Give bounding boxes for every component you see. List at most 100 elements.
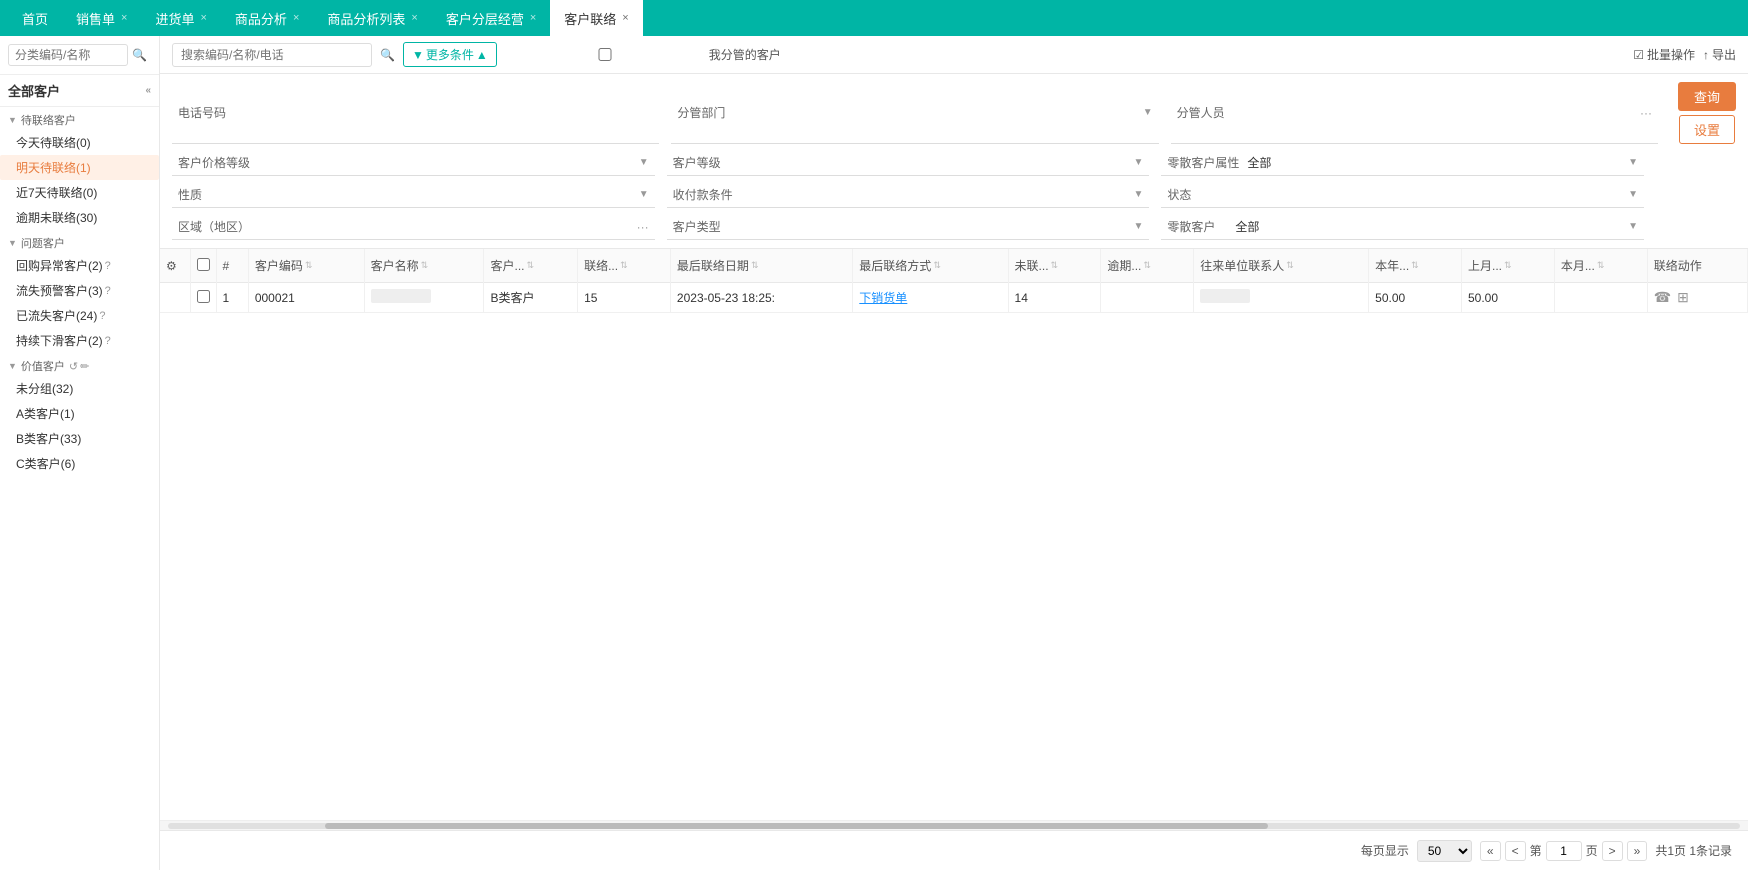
- more-filter-button[interactable]: ▼ 更多条件 ▲: [403, 42, 497, 67]
- nav-product-analysis-list[interactable]: 商品分析列表 ×: [313, 0, 431, 36]
- first-page-button[interactable]: «: [1480, 841, 1501, 861]
- sidebar-search-input[interactable]: [8, 44, 128, 66]
- row-action: ☎ ⊞: [1647, 283, 1747, 313]
- sort-nc-icon[interactable]: ⇅: [1051, 260, 1059, 271]
- sidebar-item-b-class[interactable]: B类客户(33): [0, 426, 159, 451]
- filter-retail-attr-arrow[interactable]: ▼: [1628, 157, 1638, 168]
- close-customer-contact-icon[interactable]: ×: [622, 12, 628, 24]
- help-icon-3[interactable]: ?: [105, 335, 111, 347]
- last-page-button[interactable]: »: [1627, 841, 1648, 861]
- col-gear: ⚙: [160, 249, 190, 283]
- action-grid-icon[interactable]: ⊞: [1677, 289, 1689, 306]
- filter-customer-level-arrow[interactable]: ▼: [1133, 157, 1143, 168]
- sort-overdue-icon[interactable]: ⇅: [1143, 260, 1151, 271]
- search-input[interactable]: [172, 43, 372, 67]
- my-customers-checkbox-label[interactable]: 我分管的客户: [505, 46, 781, 63]
- sort-lm-icon[interactable]: ⇅: [1504, 260, 1512, 271]
- gear-icon[interactable]: ⚙: [166, 259, 177, 273]
- filter-region-dots[interactable]: ···: [637, 220, 649, 234]
- filter-retail-customer-arrow[interactable]: ▼: [1628, 221, 1638, 232]
- sidebar-item-overdue-pending[interactable]: 逾期未联络(30): [0, 205, 159, 230]
- filter-nature-arrow[interactable]: ▼: [639, 189, 649, 200]
- row-checkbox-cell: [190, 283, 216, 313]
- filter-status-arrow[interactable]: ▼: [1628, 189, 1638, 200]
- sidebar-item-churned[interactable]: 已流失客户(24) ?: [0, 303, 159, 328]
- nav-sales-order[interactable]: 销售单 ×: [62, 0, 141, 36]
- filter-payment: 收付款条件 ▼: [667, 182, 1150, 208]
- col-code: 客户编码⇅: [248, 249, 364, 283]
- filter-customer-type-label: 客户类型: [673, 218, 733, 235]
- row-last-contact-date: 2023-05-23 18:25:: [670, 283, 852, 313]
- select-all-checkbox[interactable]: [197, 258, 210, 271]
- scrollbar-thumb[interactable]: [325, 823, 1268, 829]
- sort-contact-icon[interactable]: ⇅: [620, 260, 628, 271]
- sort-lcd-icon[interactable]: ⇅: [751, 260, 759, 271]
- sidebar-item-repurchase-anomaly[interactable]: 回购异常客户(2) ?: [0, 253, 159, 278]
- sidebar-item-tomorrow-pending[interactable]: 明天待联络(1): [0, 155, 159, 180]
- filter-price-level-arrow[interactable]: ▼: [639, 157, 649, 168]
- sort-type-icon[interactable]: ⇅: [527, 260, 535, 271]
- filter-nature: 性质 ▼: [172, 182, 655, 208]
- help-icon-1[interactable]: ?: [105, 285, 111, 297]
- filter-retail-attr-value[interactable]: 全部: [1247, 154, 1628, 171]
- filter-retail-customer-value[interactable]: 全部: [1235, 218, 1628, 235]
- help-icon-0[interactable]: ?: [105, 260, 111, 272]
- sort-code-icon[interactable]: ⇅: [305, 260, 313, 271]
- sidebar-item-declining[interactable]: 持续下滑客户(2) ?: [0, 328, 159, 353]
- my-customers-checkbox[interactable]: [505, 48, 705, 61]
- nav-product-analysis[interactable]: 商品分析 ×: [221, 0, 313, 36]
- horizontal-scrollbar[interactable]: [160, 820, 1748, 830]
- sidebar-item-7days-pending[interactable]: 近7天待联络(0): [0, 180, 159, 205]
- filter-manager-dots[interactable]: ···: [1640, 106, 1652, 120]
- sidebar-all-customers[interactable]: 全部客户 «: [0, 75, 159, 107]
- sort-lcm-icon[interactable]: ⇅: [933, 260, 941, 271]
- col-last-month: 上月...⇅: [1462, 249, 1555, 283]
- batch-operation-button[interactable]: ☑ 批量操作: [1633, 46, 1695, 63]
- query-button[interactable]: 查询: [1678, 82, 1736, 111]
- action-phone-icon[interactable]: ☎: [1654, 289, 1671, 306]
- sort-tm-icon[interactable]: ⇅: [1597, 260, 1605, 271]
- sort-uc-icon[interactable]: ⇅: [1286, 260, 1294, 271]
- close-sales-order-icon[interactable]: ×: [121, 12, 127, 24]
- nav-customer-contact[interactable]: 客户联络 ×: [550, 0, 642, 36]
- filter-customer-type-arrow[interactable]: ▼: [1133, 221, 1143, 232]
- sidebar-item-a-class[interactable]: A类客户(1): [0, 401, 159, 426]
- filter-payment-arrow[interactable]: ▼: [1133, 189, 1143, 200]
- nav-purchase-order[interactable]: 进货单 ×: [141, 0, 220, 36]
- search-button[interactable]: 🔍: [380, 48, 395, 62]
- row-last-month: 50.00: [1462, 283, 1555, 313]
- sidebar-collapse-icon[interactable]: «: [145, 85, 151, 96]
- filter-dept-arrow[interactable]: ▼: [1143, 107, 1153, 118]
- row-no: 1: [216, 283, 248, 313]
- row-checkbox[interactable]: [197, 290, 210, 303]
- filter-customer-level: 客户等级 ▼: [667, 150, 1150, 176]
- sort-ty-icon[interactable]: ⇅: [1411, 260, 1419, 271]
- filter-phone-label: 电话号码: [178, 104, 238, 121]
- nav-customer-segmentation[interactable]: 客户分层经营 ×: [432, 0, 550, 36]
- row-type: B类客户: [484, 283, 578, 313]
- export-button[interactable]: ↑ 导出: [1703, 46, 1736, 63]
- sidebar-item-churn-warning[interactable]: 流失预警客户(3) ?: [0, 278, 159, 303]
- close-product-analysis-icon[interactable]: ×: [293, 12, 299, 24]
- per-page-select[interactable]: 50 100 200: [1417, 840, 1472, 862]
- sidebar-item-c-class[interactable]: C类客户(6): [0, 451, 159, 476]
- close-purchase-order-icon[interactable]: ×: [200, 12, 206, 24]
- value-refresh-icon[interactable]: ↺: [69, 360, 78, 373]
- close-customer-segmentation-icon[interactable]: ×: [530, 12, 536, 24]
- help-icon-2[interactable]: ?: [99, 310, 105, 322]
- page-number-input[interactable]: [1546, 841, 1582, 861]
- last-contact-method-link[interactable]: 下销货单: [859, 291, 907, 305]
- sort-name-icon[interactable]: ⇅: [421, 260, 429, 271]
- sidebar-search-icon[interactable]: 🔍: [132, 48, 147, 62]
- next-page-button[interactable]: >: [1602, 841, 1623, 861]
- close-product-analysis-list-icon[interactable]: ×: [411, 12, 417, 24]
- sidebar-item-ungrouped[interactable]: 未分组(32): [0, 376, 159, 401]
- settings-button[interactable]: 设置: [1679, 115, 1735, 144]
- col-unit-contact: 往来单位联系人⇅: [1194, 249, 1369, 283]
- unit-contact-placeholder: [1200, 289, 1250, 303]
- sidebar-item-today-pending[interactable]: 今天待联络(0): [0, 130, 159, 155]
- row-name: [364, 283, 484, 313]
- prev-page-button[interactable]: <: [1505, 841, 1526, 861]
- nav-home[interactable]: 首页: [8, 0, 62, 36]
- value-edit-icon[interactable]: ✏: [80, 360, 89, 373]
